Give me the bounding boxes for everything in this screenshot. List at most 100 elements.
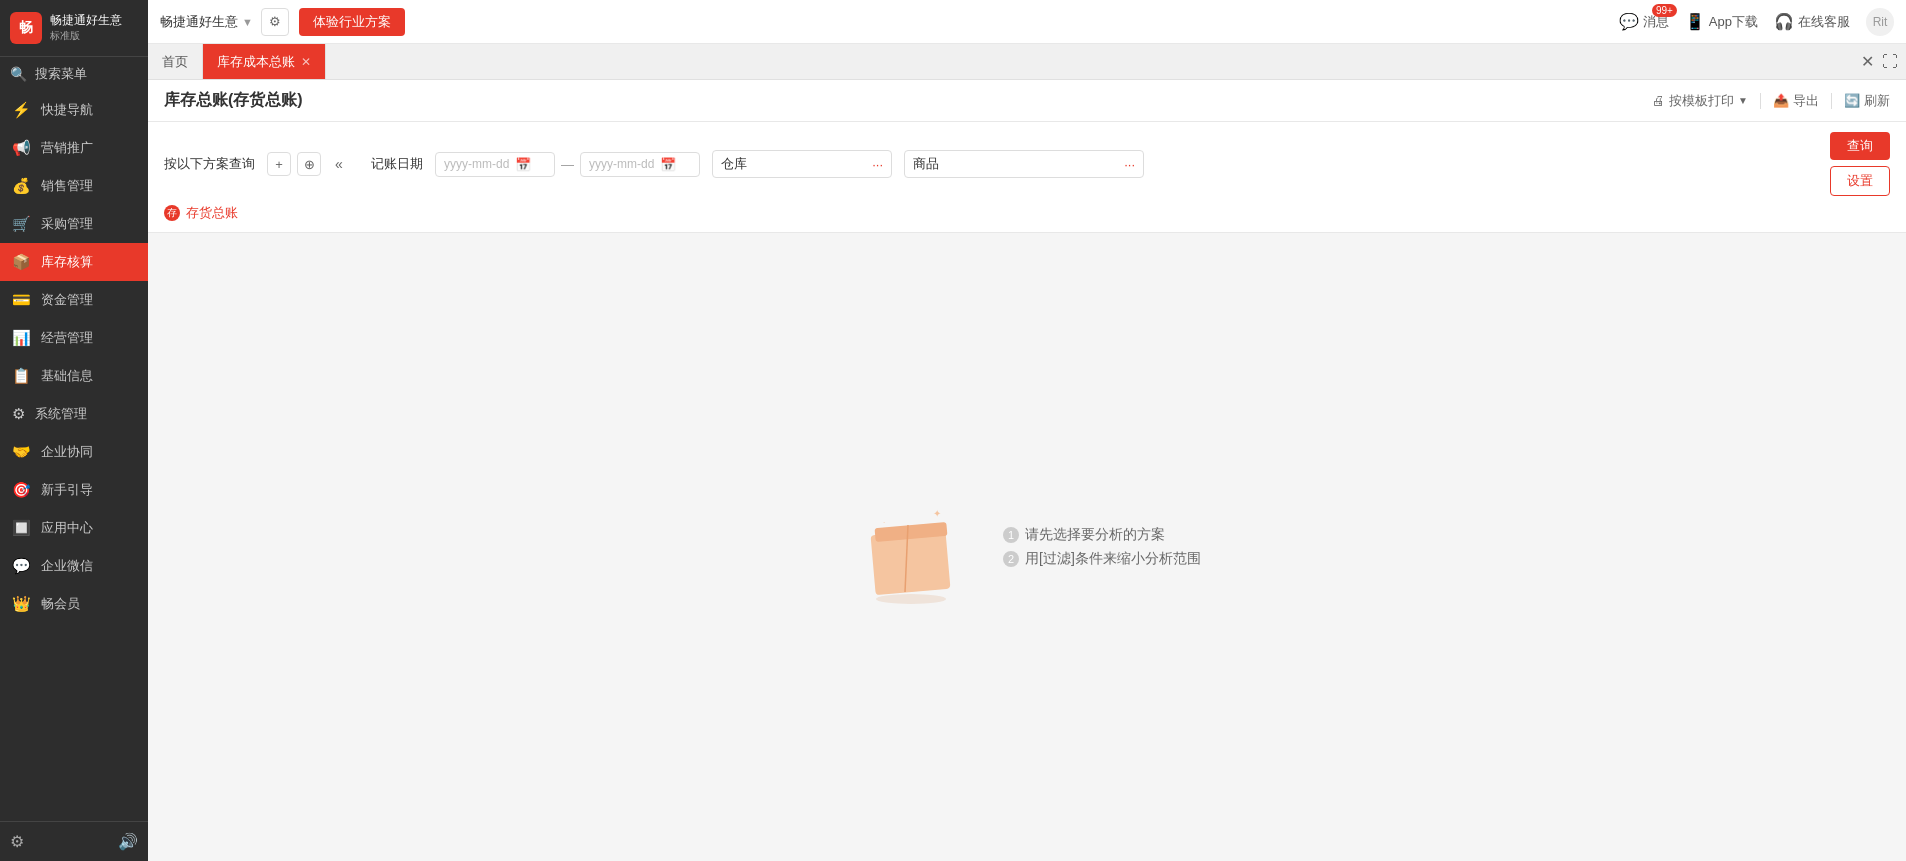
svg-text:·: · xyxy=(883,518,885,527)
manage-scheme-btn[interactable]: ⊕ xyxy=(297,152,321,176)
purchase-icon: 🛒 xyxy=(12,215,31,233)
svg-point-3 xyxy=(876,594,946,604)
message-btn[interactable]: 💬 消息 99+ xyxy=(1619,12,1669,31)
refresh-icon: 🔄 xyxy=(1844,93,1860,108)
tab-inventory-cost[interactable]: 库存成本总账 ✕ xyxy=(203,44,326,79)
add-scheme-btn[interactable]: + xyxy=(267,152,291,176)
empty-text: 1 请先选择要分析的方案 2 用[过滤]条件来缩小分析范围 xyxy=(1003,520,1201,574)
filter-label: 按以下方案查询 xyxy=(164,155,255,173)
vip-icon: 👑 xyxy=(12,595,31,613)
collapse-filter-btn[interactable]: « xyxy=(327,152,351,176)
sidebar-item-guide[interactable]: 🎯 新手引导 xyxy=(0,471,148,509)
sidebar-item-capital[interactable]: 💳 资金管理 xyxy=(0,281,148,319)
tab-bar: 首页 库存成本总账 ✕ ✕ ⛶ xyxy=(148,44,1906,80)
top-header: 畅捷通好生意 ▼ ⚙ 体验行业方案 💬 消息 99+ 📱 App下载 🎧 xyxy=(148,0,1906,44)
wechat-icon: 💬 xyxy=(12,557,31,575)
sidebar-item-app-center[interactable]: 🔲 应用中心 xyxy=(0,509,148,547)
logo-text: 畅捷通好生意 标准版 xyxy=(50,13,122,43)
header-right: 💬 消息 99+ 📱 App下载 🎧 在线客服 Rit xyxy=(1619,8,1894,36)
hint-2: 2 用[过滤]条件来缩小分析范围 xyxy=(1003,550,1201,568)
step-2: 2 xyxy=(1003,551,1019,567)
main-area: 畅捷通好生意 ▼ ⚙ 体验行业方案 💬 消息 99+ 📱 App下载 🎧 xyxy=(148,0,1906,861)
search-icon: 🔍 xyxy=(10,66,27,82)
message-icon: 💬 xyxy=(1619,12,1639,31)
inventory-icon: 📦 xyxy=(12,253,31,271)
sidebar-item-sales[interactable]: 💰 销售管理 xyxy=(0,167,148,205)
step-1: 1 xyxy=(1003,527,1019,543)
quick-nav-icon: ⚡ xyxy=(12,101,31,119)
product-input[interactable]: 商品 ··· xyxy=(904,150,1144,178)
tab-close-icon[interactable]: ✕ xyxy=(301,55,311,69)
header-settings-btn[interactable]: ⚙ xyxy=(261,8,289,36)
guide-icon: 🎯 xyxy=(12,481,31,499)
warehouse-more-icon[interactable]: ··· xyxy=(872,157,883,172)
date-end-input[interactable]: yyyy-mm-dd 📅 xyxy=(580,152,700,177)
audio-footer-btn[interactable]: 🔊 xyxy=(118,832,138,851)
export-icon: 📤 xyxy=(1773,93,1789,108)
capital-icon: 💳 xyxy=(12,291,31,309)
sidebar-item-vip[interactable]: 👑 畅会员 xyxy=(0,585,148,623)
system-icon: ⚙ xyxy=(12,405,25,423)
filter-row: 按以下方案查询 + ⊕ « 记账日期 yyyy-mm-dd 📅 — yyyy-m… xyxy=(164,132,1890,196)
operations-icon: 📊 xyxy=(12,329,31,347)
date-separator: — xyxy=(561,157,574,172)
service-icon: 🎧 xyxy=(1774,12,1794,31)
sidebar-item-marketing[interactable]: 📢 营销推广 xyxy=(0,129,148,167)
page-title: 库存总账(存货总账) xyxy=(164,90,303,111)
export-btn[interactable]: 📤 导出 xyxy=(1773,92,1819,110)
setup-btn[interactable]: 设置 xyxy=(1830,166,1890,196)
sidebar-item-purchase[interactable]: 🛒 采购管理 xyxy=(0,205,148,243)
content-area: 库存总账(存货总账) 🖨 按模板打印 ▼ 📤 导出 🔄 刷新 xyxy=(148,80,1906,861)
empty-svg: ✦ · xyxy=(853,487,973,607)
app-download-btn[interactable]: 📱 App下载 xyxy=(1685,12,1758,31)
marketing-icon: 📢 xyxy=(12,139,31,157)
print-icon: 🖨 xyxy=(1652,93,1665,108)
industry-btn[interactable]: 体验行业方案 xyxy=(299,8,405,36)
header-left: 畅捷通好生意 ▼ ⚙ 体验行业方案 xyxy=(160,8,1619,36)
app-logo: 畅 畅捷通好生意 标准版 xyxy=(0,0,148,57)
enterprise-icon: 🤝 xyxy=(12,443,31,461)
product-more-icon[interactable]: ··· xyxy=(1124,157,1135,172)
page-header: 库存总账(存货总账) 🖨 按模板打印 ▼ 📤 导出 🔄 刷新 xyxy=(148,80,1906,122)
logo-icon: 畅 xyxy=(10,12,42,44)
sidebar-item-basic-info[interactable]: 📋 基础信息 xyxy=(0,357,148,395)
empty-illustration: ✦ · xyxy=(853,487,973,607)
refresh-btn[interactable]: 🔄 刷新 xyxy=(1844,92,1890,110)
tab-bar-expand-btn[interactable]: ⛶ xyxy=(1882,53,1898,71)
warehouse-input[interactable]: 仓库 ··· xyxy=(712,150,892,178)
sidebar-item-operations[interactable]: 📊 经营管理 xyxy=(0,319,148,357)
print-btn[interactable]: 🖨 按模板打印 ▼ xyxy=(1652,92,1748,110)
sales-icon: 💰 xyxy=(12,177,31,195)
phone-icon: 📱 xyxy=(1685,12,1705,31)
date-start-input[interactable]: yyyy-mm-dd 📅 xyxy=(435,152,555,177)
company-selector[interactable]: 畅捷通好生意 ▼ xyxy=(160,13,253,31)
online-service-btn[interactable]: 🎧 在线客服 xyxy=(1774,12,1850,31)
sidebar-item-quick-nav[interactable]: ⚡ 快捷导航 xyxy=(0,91,148,129)
action-divider2 xyxy=(1831,93,1832,109)
scheme-tag[interactable]: 存 存货总账 xyxy=(164,204,238,222)
empty-state: ✦ · 1 请先选择要分析的方案 2 用[过滤]条件来缩小分析范围 xyxy=(148,233,1906,861)
sidebar-nav: ⚡ 快捷导航 📢 营销推广 💰 销售管理 🛒 采购管理 📦 库存核算 💳 资金管… xyxy=(0,91,148,821)
tab-home[interactable]: 首页 xyxy=(148,44,203,79)
calendar-end-icon: 📅 xyxy=(660,157,676,172)
settings-footer-btn[interactable]: ⚙ xyxy=(10,832,24,851)
sidebar-item-inventory[interactable]: 📦 库存核算 xyxy=(0,243,148,281)
app-center-icon: 🔲 xyxy=(12,519,31,537)
hint-1: 1 请先选择要分析的方案 xyxy=(1003,526,1201,544)
sidebar-item-wechat[interactable]: 💬 企业微信 xyxy=(0,547,148,585)
filter-icon-actions: + ⊕ « xyxy=(267,152,351,176)
sidebar-item-enterprise[interactable]: 🤝 企业协同 xyxy=(0,433,148,471)
print-chevron-icon: ▼ xyxy=(1738,95,1748,106)
tab-bar-close-btn[interactable]: ✕ xyxy=(1861,52,1874,71)
filter-area: 按以下方案查询 + ⊕ « 记账日期 yyyy-mm-dd 📅 — yyyy-m… xyxy=(148,122,1906,233)
avatar[interactable]: Rit xyxy=(1866,8,1894,36)
calendar-start-icon: 📅 xyxy=(515,157,531,172)
action-buttons: 查询 设置 xyxy=(1830,132,1890,196)
query-btn[interactable]: 查询 xyxy=(1830,132,1890,160)
scheme-dot: 存 xyxy=(164,205,180,221)
sidebar-footer: ⚙ 🔊 xyxy=(0,821,148,861)
tab-bar-actions: ✕ ⛶ xyxy=(1861,52,1906,71)
sidebar-item-system[interactable]: ⚙ 系统管理 xyxy=(0,395,148,433)
search-menu[interactable]: 🔍 搜索菜单 xyxy=(0,57,148,91)
action-divider xyxy=(1760,93,1761,109)
